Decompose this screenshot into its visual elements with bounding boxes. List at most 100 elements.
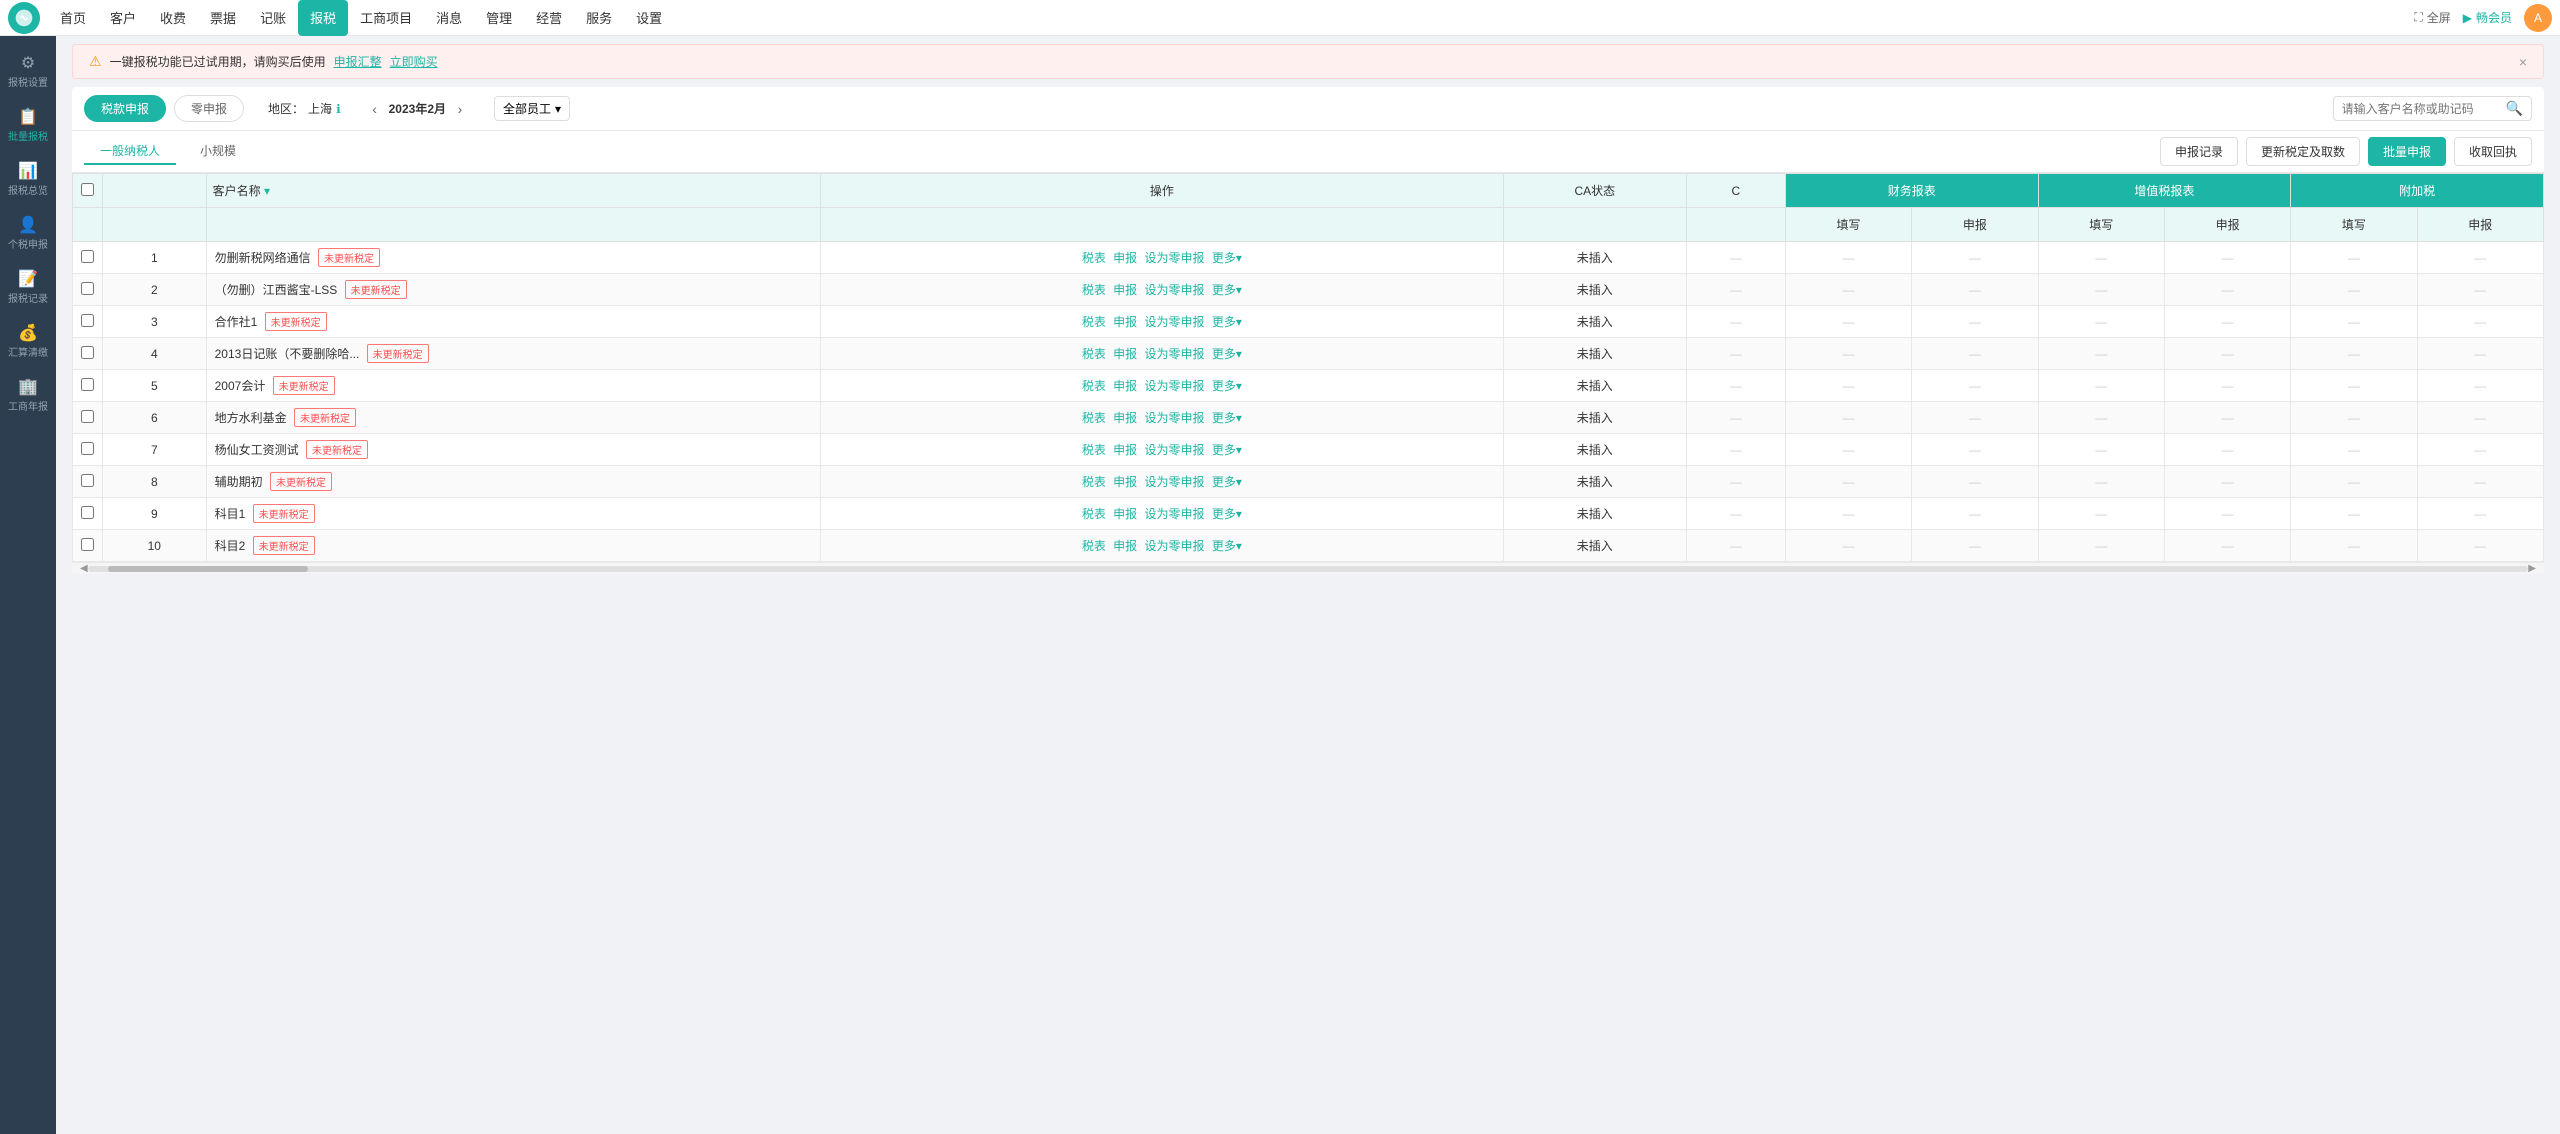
op-zero-9[interactable]: 设为零申报 (1145, 539, 1205, 553)
op-zero-7[interactable]: 设为零申报 (1145, 475, 1205, 489)
nav-business[interactable]: 工商项目 (348, 0, 424, 36)
op-more-5[interactable]: 更多▾ (1212, 411, 1242, 425)
row-checkbox-0[interactable] (73, 242, 103, 274)
row-checkbox-1[interactable] (73, 274, 103, 306)
op-zero-3[interactable]: 设为零申报 (1145, 347, 1205, 361)
nav-service[interactable]: 服务 (574, 0, 624, 36)
row-checkbox-2[interactable] (73, 306, 103, 338)
op-zero-0[interactable]: 设为零申报 (1145, 251, 1205, 265)
op-declare-4[interactable]: 申报 (1113, 379, 1137, 393)
sub-tab-general[interactable]: 一般纳税人 (84, 138, 176, 165)
op-more-8[interactable]: 更多▾ (1212, 507, 1242, 521)
horizontal-scrollbar[interactable]: ◀ ▶ (72, 562, 2544, 574)
piliang-shenb-button[interactable]: 批量申报 (2368, 137, 2446, 166)
scrollbar-thumb[interactable] (108, 566, 308, 572)
sidebar-item-personal-tax[interactable]: 👤 个税申报 (0, 206, 56, 260)
op-more-2[interactable]: 更多▾ (1212, 315, 1242, 329)
scrollbar-track[interactable] (88, 566, 2529, 572)
region-info-icon[interactable]: ℹ (336, 102, 341, 116)
op-more-0[interactable]: 更多▾ (1212, 251, 1242, 265)
row-checkbox-4[interactable] (73, 370, 103, 402)
op-more-7[interactable]: 更多▾ (1212, 475, 1242, 489)
nav-tax[interactable]: 报税 (298, 0, 348, 36)
row-checkbox-5[interactable] (73, 402, 103, 434)
sidebar-item-settlement[interactable]: 💰 汇算清缴 (0, 314, 56, 368)
nav-account[interactable]: 记账 (248, 0, 298, 36)
select-all-checkbox[interactable] (81, 183, 94, 196)
row-checkbox-9[interactable] (73, 530, 103, 562)
op-more-1[interactable]: 更多▾ (1212, 283, 1242, 297)
row-checkbox-3[interactable] (73, 338, 103, 370)
nav-fee[interactable]: 收费 (148, 0, 198, 36)
sub-tab-small[interactable]: 小规模 (184, 138, 252, 165)
sidebar-item-tax-settings[interactable]: ⚙ 报税设置 (0, 44, 56, 98)
nav-settings[interactable]: 设置 (624, 0, 674, 36)
op-declare-8[interactable]: 申报 (1113, 507, 1137, 521)
row-checkbox-input-8[interactable] (81, 506, 94, 519)
row-checkbox-6[interactable] (73, 434, 103, 466)
op-declare-2[interactable]: 申报 (1113, 315, 1137, 329)
op-tax-table-1[interactable]: 税表 (1082, 283, 1106, 297)
op-zero-2[interactable]: 设为零申报 (1145, 315, 1205, 329)
nav-customer[interactable]: 客户 (98, 0, 148, 36)
scroll-right-arrow[interactable]: ▶ (2528, 563, 2536, 574)
op-tax-table-5[interactable]: 税表 (1082, 411, 1106, 425)
nav-invoice[interactable]: 票据 (198, 0, 248, 36)
row-checkbox-input-5[interactable] (81, 410, 94, 423)
row-checkbox-input-4[interactable] (81, 378, 94, 391)
scroll-left-arrow[interactable]: ◀ (80, 563, 88, 574)
nav-message[interactable]: 消息 (424, 0, 474, 36)
op-zero-1[interactable]: 设为零申报 (1145, 283, 1205, 297)
search-input[interactable] (2342, 102, 2502, 116)
tab-tax-declare[interactable]: 税款申报 (84, 95, 166, 122)
staff-select[interactable]: 全部员工 ▾ (494, 96, 570, 121)
row-checkbox-input-7[interactable] (81, 474, 94, 487)
row-checkbox-8[interactable] (73, 498, 103, 530)
notice-link-report[interactable]: 申报汇整 (334, 53, 382, 70)
tab-zero-declare[interactable]: 零申报 (174, 95, 244, 122)
row-checkbox-input-0[interactable] (81, 250, 94, 263)
shenbaojilu-button[interactable]: 申报记录 (2160, 137, 2238, 166)
op-tax-table-7[interactable]: 税表 (1082, 475, 1106, 489)
row-checkbox-input-3[interactable] (81, 346, 94, 359)
nav-manage[interactable]: 管理 (474, 0, 524, 36)
row-checkbox-7[interactable] (73, 466, 103, 498)
op-more-9[interactable]: 更多▾ (1212, 539, 1242, 553)
date-next-button[interactable]: › (450, 99, 470, 119)
search-icon[interactable]: 🔍 (2506, 100, 2523, 117)
op-declare-1[interactable]: 申报 (1113, 283, 1137, 297)
shoulv-button[interactable]: 收取回执 (2454, 137, 2532, 166)
op-more-6[interactable]: 更多▾ (1212, 443, 1242, 457)
row-checkbox-input-1[interactable] (81, 282, 94, 295)
date-prev-button[interactable]: ‹ (365, 99, 385, 119)
op-declare-3[interactable]: 申报 (1113, 347, 1137, 361)
row-checkbox-input-9[interactable] (81, 538, 94, 551)
sort-icon[interactable]: ▾ (264, 184, 270, 198)
op-tax-table-6[interactable]: 税表 (1082, 443, 1106, 457)
notice-close-button[interactable]: × (2519, 54, 2527, 70)
op-declare-9[interactable]: 申报 (1113, 539, 1137, 553)
row-checkbox-input-6[interactable] (81, 442, 94, 455)
sidebar-item-tax-record[interactable]: 📝 报税记录 (0, 260, 56, 314)
sidebar-item-tax-overview[interactable]: 📊 报税总览 (0, 152, 56, 206)
op-tax-table-3[interactable]: 税表 (1082, 347, 1106, 361)
op-zero-6[interactable]: 设为零申报 (1145, 443, 1205, 457)
op-tax-table-8[interactable]: 税表 (1082, 507, 1106, 521)
nav-home[interactable]: 首页 (48, 0, 98, 36)
op-more-4[interactable]: 更多▾ (1212, 379, 1242, 393)
sidebar-item-annual-report[interactable]: 🏢 工商年报 (0, 368, 56, 422)
op-declare-0[interactable]: 申报 (1113, 251, 1137, 265)
op-declare-6[interactable]: 申报 (1113, 443, 1137, 457)
nav-operation[interactable]: 经营 (524, 0, 574, 36)
op-declare-7[interactable]: 申报 (1113, 475, 1137, 489)
op-zero-8[interactable]: 设为零申报 (1145, 507, 1205, 521)
fullscreen-button[interactable]: ⛶ 全屏 (2414, 9, 2450, 26)
op-tax-table-0[interactable]: 税表 (1082, 251, 1106, 265)
member-button[interactable]: ▶ 畅会员 (2463, 9, 2512, 26)
op-tax-table-9[interactable]: 税表 (1082, 539, 1106, 553)
op-tax-table-4[interactable]: 税表 (1082, 379, 1106, 393)
op-declare-5[interactable]: 申报 (1113, 411, 1137, 425)
op-tax-table-2[interactable]: 税表 (1082, 315, 1106, 329)
sidebar-item-batch-tax[interactable]: 📋 批量报税 (0, 98, 56, 152)
op-zero-4[interactable]: 设为零申报 (1145, 379, 1205, 393)
